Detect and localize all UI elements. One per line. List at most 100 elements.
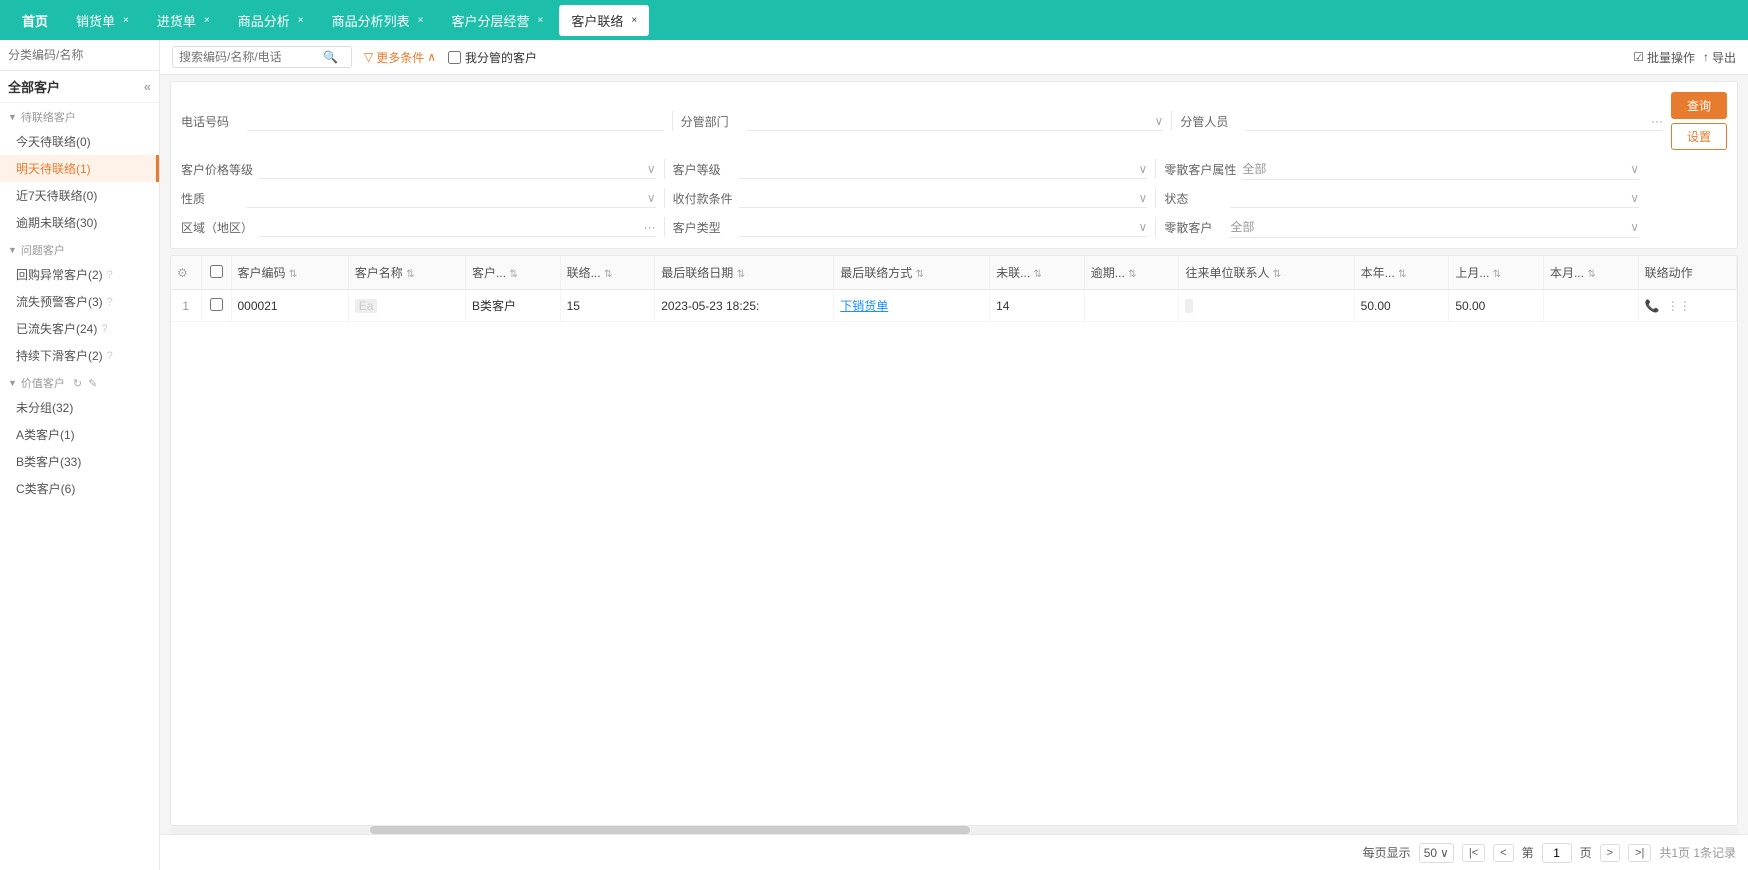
nav-home[interactable]: 首页 <box>10 5 60 36</box>
col-this-month[interactable]: 本月... ⇅ <box>1543 256 1638 290</box>
filter-nature-select[interactable]: ∨ <box>247 189 656 208</box>
collapse-icon[interactable]: « <box>144 79 151 94</box>
filter-customer-type-select[interactable]: ∨ <box>739 218 1148 237</box>
col-settings[interactable]: ⚙ <box>171 256 201 290</box>
close-icon[interactable]: × <box>123 15 129 26</box>
my-customers-checkbox[interactable]: 我分管的客户 <box>448 49 537 66</box>
col-overdue[interactable]: 逾期... ⇅ <box>1084 256 1179 290</box>
nav-sales-order[interactable]: 销货单 × <box>64 5 141 36</box>
action-phone-icon[interactable]: 📞 <box>1645 299 1660 313</box>
sidebar-item-repurchase-anomaly[interactable]: 回购异常客户(2) ? <box>0 261 159 288</box>
sidebar-item-class-b[interactable]: B类客户(33) <box>0 448 159 475</box>
sidebar-item-declining[interactable]: 持续下滑客户(2) ? <box>0 342 159 369</box>
sort-icon[interactable]: ⇅ <box>406 269 414 280</box>
col-contact-person[interactable]: 往来单位联系人 ⇅ <box>1179 256 1354 290</box>
filter-customer-grade-select[interactable]: ∨ <box>739 160 1148 179</box>
row-checkbox[interactable] <box>201 290 231 322</box>
main-search-input[interactable] <box>179 50 319 64</box>
sort-icon[interactable]: ⇅ <box>737 269 745 280</box>
filter-phone-input[interactable] <box>247 112 664 131</box>
refresh-icon[interactable]: ↻ <box>73 377 82 390</box>
col-code[interactable]: 客户编码 ⇅ <box>231 256 348 290</box>
edit-icon[interactable]: ✎ <box>88 377 97 390</box>
nav-product-analysis[interactable]: 商品分析 × <box>226 5 316 36</box>
col-last-contact-date[interactable]: 最后联络日期 ⇅ <box>655 256 834 290</box>
filter-payment-select[interactable]: ∨ <box>739 189 1148 208</box>
close-icon[interactable]: × <box>204 15 210 26</box>
close-icon[interactable]: × <box>537 15 543 26</box>
col-name[interactable]: 客户名称 ⇅ <box>348 256 465 290</box>
nav-customer-contact[interactable]: 客户联络 × <box>559 5 649 36</box>
more-filter-button[interactable]: ▽ 更多条件 ∧ <box>360 49 440 66</box>
filter-dept-label: 分管部门 <box>681 113 741 130</box>
all-customers-header[interactable]: 全部客户 « <box>0 71 159 103</box>
sidebar-item-tomorrow-contact[interactable]: 明天待联络(1) <box>0 155 159 182</box>
filter-manager-input[interactable]: ··· <box>1246 112 1663 131</box>
scrollbar-thumb[interactable] <box>370 826 970 834</box>
sort-icon[interactable]: ⇅ <box>916 269 924 280</box>
next-page-button[interactable]: > <box>1600 844 1620 862</box>
sort-icon[interactable]: ⇅ <box>1587 269 1595 280</box>
col-type[interactable]: 客户... ⇅ <box>465 256 560 290</box>
my-customers-check-input[interactable] <box>448 51 461 64</box>
sort-icon[interactable]: ⇅ <box>1273 269 1281 280</box>
sort-icon[interactable]: ⇅ <box>289 269 297 280</box>
sidebar-item-class-c[interactable]: C类客户(6) <box>0 475 159 502</box>
sidebar-item-overdue-contact[interactable]: 逾期未联络(30) <box>0 209 159 236</box>
col-last-contact-method[interactable]: 最后联络方式 ⇅ <box>834 256 990 290</box>
nav-product-analysis-list[interactable]: 商品分析列表 × <box>320 5 436 36</box>
first-page-button[interactable]: |< <box>1462 844 1485 862</box>
last-page-button[interactable]: >| <box>1628 844 1651 862</box>
col-this-year[interactable]: 本年... ⇅ <box>1354 256 1449 290</box>
filter-status-select[interactable]: ∨ <box>1230 189 1639 208</box>
sidebar-item-ungrouped[interactable]: 未分组(32) <box>0 394 159 421</box>
action-more-icon[interactable]: ⋮⋮ <box>1667 299 1691 313</box>
filter-region-input[interactable]: ··· <box>259 218 656 237</box>
nav-customer-tier[interactable]: 客户分层经营 × <box>439 5 555 36</box>
sort-icon[interactable]: ⇅ <box>1493 269 1501 280</box>
sort-icon[interactable]: ⇅ <box>1398 269 1406 280</box>
select-all-checkbox[interactable] <box>210 265 223 278</box>
export-icon: ↑ <box>1703 50 1709 64</box>
batch-operation-button[interactable]: ☑ 批量操作 <box>1633 49 1695 66</box>
group-problem-customers[interactable]: 问题客户 <box>0 236 159 261</box>
col-checkbox[interactable] <box>201 256 231 290</box>
settings-button[interactable]: 设置 <box>1671 123 1727 150</box>
export-button[interactable]: ↑ 导出 <box>1703 49 1736 66</box>
page-size-select[interactable]: 50 ∨ <box>1419 843 1454 863</box>
group-pending-contact[interactable]: 待联络客户 <box>0 103 159 128</box>
group-value-customers[interactable]: 价值客户 ↻ ✎ <box>0 369 159 394</box>
sort-icon[interactable]: ⇅ <box>604 269 612 280</box>
filter-retail-customer-select[interactable]: 全部 ∨ <box>1230 216 1639 238</box>
help-icon: ? <box>101 323 107 335</box>
col-uncontacted[interactable]: 未联... ⇅ <box>990 256 1085 290</box>
close-icon[interactable]: × <box>418 15 424 26</box>
horizontal-scrollbar[interactable] <box>170 826 1738 834</box>
cell-last-contact-method[interactable]: 下销货单 <box>834 290 990 322</box>
filter-price-grade-select[interactable]: ∨ <box>259 160 656 179</box>
pagination-footer: 每页显示 50 ∨ |< < 第 页 > >| 共1页 1条记录 <box>160 834 1748 870</box>
col-last-month[interactable]: 上月... ⇅ <box>1449 256 1544 290</box>
row-select-checkbox[interactable] <box>210 298 223 311</box>
nav-purchase-order[interactable]: 进货单 × <box>145 5 222 36</box>
close-icon[interactable]: × <box>298 15 304 26</box>
sort-icon[interactable]: ⇅ <box>1033 269 1041 280</box>
sidebar-item-churned[interactable]: 已流失客户(24) ? <box>0 315 159 342</box>
sidebar-item-7days-contact[interactable]: 近7天待联络(0) <box>0 182 159 209</box>
search-icon[interactable]: 🔍 <box>323 50 338 64</box>
contact-method-link[interactable]: 下销货单 <box>840 299 888 313</box>
col-contact-count[interactable]: 联络... ⇅ <box>560 256 655 290</box>
page-number-input[interactable] <box>1542 843 1572 863</box>
sort-icon[interactable]: ⇅ <box>1128 269 1136 280</box>
close-icon[interactable]: × <box>631 15 637 26</box>
filter-dept-select[interactable]: ∨ <box>747 112 1164 131</box>
sort-icon[interactable]: ⇅ <box>509 269 517 280</box>
sidebar-item-churn-warning[interactable]: 流失预警客户(3) ? <box>0 288 159 315</box>
prev-page-button[interactable]: < <box>1493 844 1513 862</box>
settings-icon[interactable]: ⚙ <box>177 266 188 280</box>
query-button[interactable]: 查询 <box>1671 92 1727 119</box>
sidebar-item-class-a[interactable]: A类客户(1) <box>0 421 159 448</box>
sidebar-search-input[interactable] <box>8 48 160 62</box>
sidebar-item-today-contact[interactable]: 今天待联络(0) <box>0 128 159 155</box>
filter-retail-attr-select[interactable]: 全部 ∨ <box>1242 158 1639 180</box>
